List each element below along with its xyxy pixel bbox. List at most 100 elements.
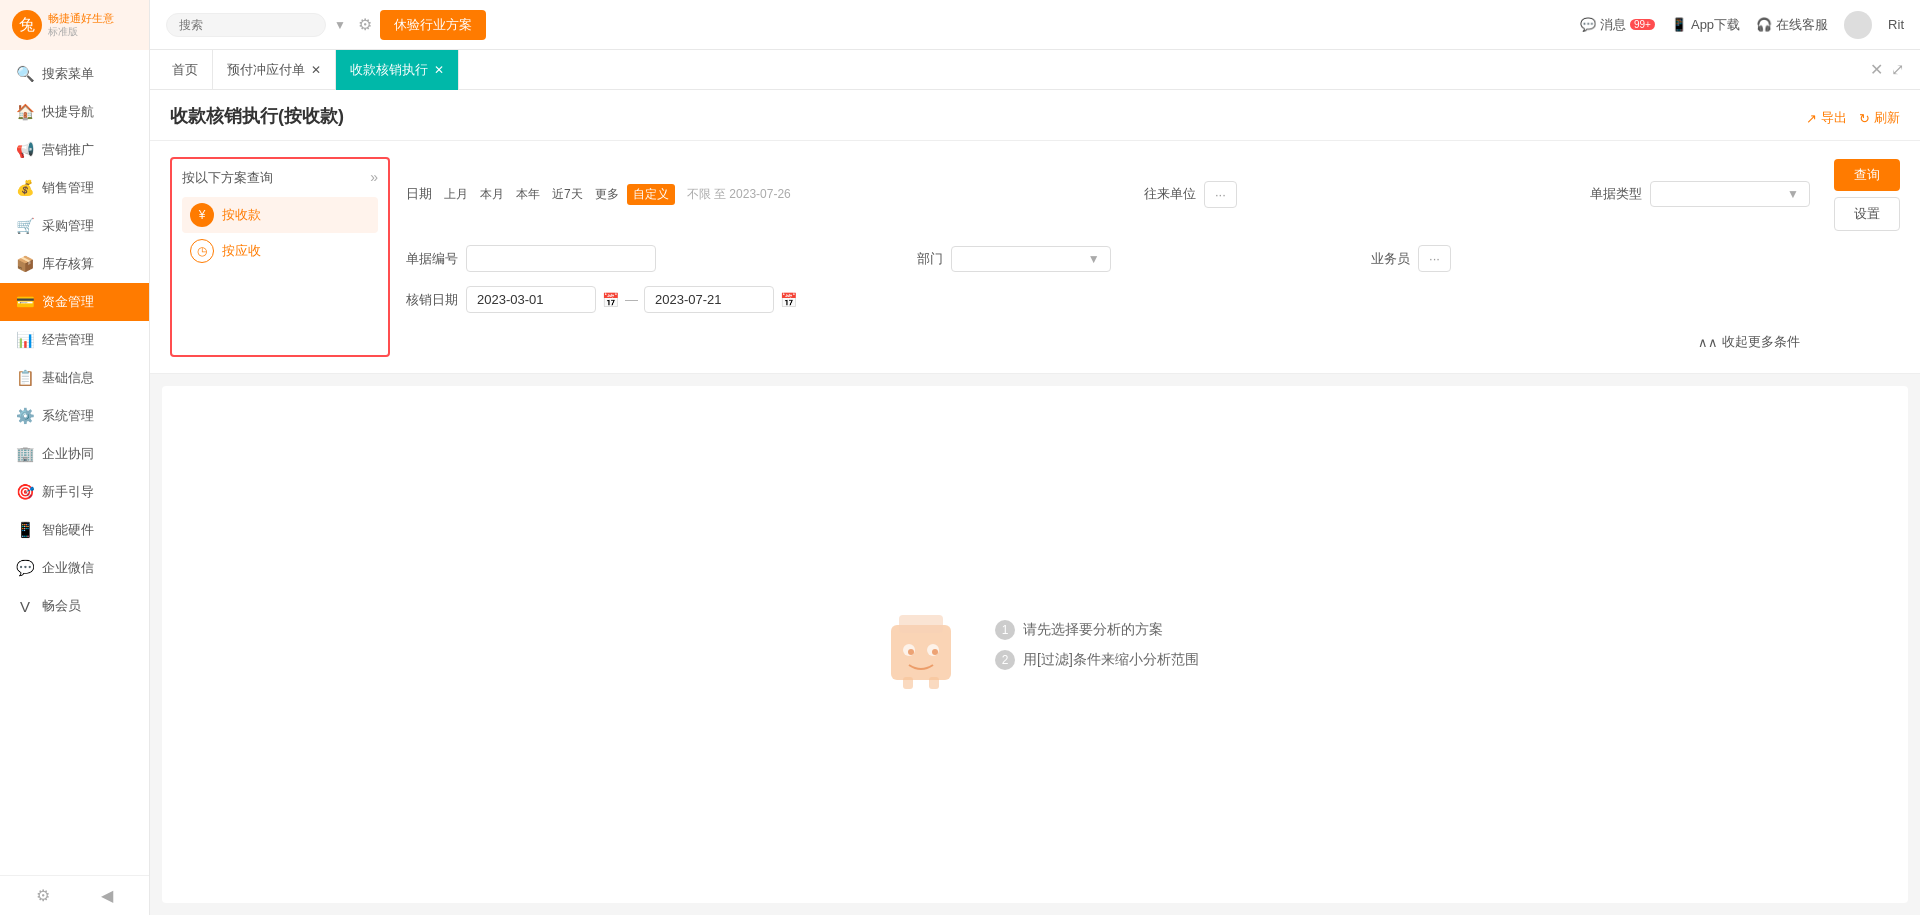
counterparty-field: 往来单位 ··· [1144,181,1237,208]
filter-options-panel: 按以下方案查询 » ¥ 按收款 ◷ 按应收 [170,157,390,357]
date-shortcut-this-year[interactable]: 本年 [512,184,544,205]
sidebar-item-icon-purchase: 🛒 [16,217,34,235]
topbar-chevron-icon[interactable]: ▼ [334,18,346,32]
logo-sub: 标准版 [48,25,114,39]
collapse-sidebar-icon[interactable]: ◀ [101,886,113,905]
svg-rect-0 [891,625,951,680]
date-label: 日期 [406,185,432,203]
sidebar-item-quick-nav[interactable]: 🏠快捷导航 [0,93,149,131]
sidebar-item-inventory[interactable]: 📦库存核算 [0,245,149,283]
verify-date-range: 📅 — 📅 [466,286,797,313]
filter-panel-title: 按以下方案查询 » [182,169,378,187]
sidebar-item-hardware[interactable]: 📱智能硬件 [0,511,149,549]
online-service-btn[interactable]: 🎧 在线客服 [1756,16,1828,34]
empty-tip-2: 2 用[过滤]条件来缩小分析范围 [995,650,1199,670]
online-service-label: 在线客服 [1776,16,1828,34]
messages-btn[interactable]: 💬 消息 99+ [1580,16,1655,34]
verify-date-label: 核销日期 [406,291,458,309]
messages-badge: 99+ [1630,19,1655,30]
page-title: 收款核销执行(按收款) [170,104,344,128]
collapse-more-btn[interactable]: ∧∧ 收起更多条件 [1698,327,1800,357]
counterparty-label: 往来单位 [1144,185,1196,203]
counterparty-select-btn[interactable]: ··· [1204,181,1237,208]
messages-label: 消息 [1600,16,1626,34]
sidebar-item-label-business: 经营管理 [42,331,94,349]
svg-point-5 [932,649,938,655]
doc-type-select[interactable]: ▼ [1650,181,1810,207]
date-shortcut-7days[interactable]: 近7天 [548,184,587,205]
sidebar-item-guide[interactable]: 🎯新手引导 [0,473,149,511]
verify-date-start-input[interactable] [466,286,596,313]
topbar-gear-icon[interactable]: ⚙ [358,15,372,34]
sidebar-item-label-guide: 新手引导 [42,483,94,501]
svg-rect-7 [929,677,939,689]
filter-collapse-icon[interactable]: » [370,169,378,187]
filter-option-by-receivable[interactable]: ◷ 按应收 [182,233,378,269]
date-shortcut-this-month[interactable]: 本月 [476,184,508,205]
date-shortcuts: 上月 本月 本年 近7天 更多 自定义 [440,184,675,205]
doc-type-label: 单据类型 [1590,185,1642,203]
query-button[interactable]: 查询 [1834,159,1900,191]
verify-date-end-input[interactable] [644,286,774,313]
sidebar-item-icon-base-info: 📋 [16,369,34,387]
export-button[interactable]: ↗ 导出 [1806,109,1847,127]
topbar-right: 💬 消息 99+ 📱 App下载 🎧 在线客服 Rit [1580,11,1904,39]
sidebar-item-system[interactable]: ⚙️系统管理 [0,397,149,435]
salesperson-select-btn[interactable]: ··· [1418,245,1451,272]
refresh-button[interactable]: ↻ 刷新 [1859,109,1900,127]
tab-close-all-icon[interactable]: ✕ [1870,60,1883,79]
date-field: 日期 上月 本月 本年 近7天 更多 自定义 不限 至 2023-07-26 [406,184,791,205]
doc-number-input[interactable] [466,245,656,272]
tab-home[interactable]: 首页 [158,50,213,90]
solution-button[interactable]: 休验行业方案 [380,10,486,40]
filter-option-by-receipt[interactable]: ¥ 按收款 [182,197,378,233]
headset-icon: 🎧 [1756,17,1772,32]
date-shortcut-more[interactable]: 更多 [591,184,623,205]
sidebar-item-purchase[interactable]: 🛒采购管理 [0,207,149,245]
sidebar-item-label-search: 搜索菜单 [42,65,94,83]
app-download-label: App下载 [1691,16,1740,34]
topbar-search-input[interactable] [166,13,326,37]
user-avatar[interactable] [1844,11,1872,39]
doc-type-field: 单据类型 ▼ [1590,181,1810,207]
date-shortcut-custom[interactable]: 自定义 [627,184,675,205]
sidebar-item-finance[interactable]: 💳 资金管理 [0,283,149,321]
logo-name: 畅捷通好生意 [48,11,114,25]
dept-select[interactable]: ▼ [951,246,1111,272]
sidebar-item-member[interactable]: V畅会员 [0,587,149,625]
sidebar-item-business[interactable]: 📊经营管理 [0,321,149,359]
sidebar-item-label-base-info: 基础信息 [42,369,94,387]
salesperson-field: 业务员 ··· [1371,245,1451,272]
tab-prepayment-close-icon[interactable]: ✕ [311,63,321,77]
verify-date-start-calendar-icon[interactable]: 📅 [602,292,619,308]
tab-collection[interactable]: 收款核销执行 ✕ [336,50,459,90]
app-download-btn[interactable]: 📱 App下载 [1671,16,1740,34]
topbar: ▼ ⚙ 休验行业方案 💬 消息 99+ 📱 App下载 🎧 在线客服 Rit [150,0,1920,50]
sidebar-item-search[interactable]: 🔍搜索菜单 [0,55,149,93]
dept-field: 部门 ▼ [917,246,1111,272]
sidebar-menu: 🔍搜索菜单🏠快捷导航📢营销推广💰销售管理🛒采购管理📦库存核算 💳 资金管理 📊经营管理… [0,50,149,875]
settings-bottom-icon[interactable]: ⚙ [36,886,50,905]
sidebar-item-enterprise[interactable]: 🏢企业协同 [0,435,149,473]
sidebar-item-base-info[interactable]: 📋 基础信息 [0,359,149,397]
sidebar-item-marketing[interactable]: 📢营销推广 [0,131,149,169]
dept-chevron-icon: ▼ [1088,252,1100,266]
date-shortcut-last-month[interactable]: 上月 [440,184,472,205]
tab-collection-close-icon[interactable]: ✕ [434,63,444,77]
empty-tips: 1 请先选择要分析的方案 2 用[过滤]条件来缩小分析范围 [995,620,1199,670]
tab-maximize-icon[interactable]: ⤢ [1891,60,1904,79]
filter-row-3: 核销日期 📅 — 📅 [406,286,1900,313]
sidebar-item-label-enterprise: 企业协同 [42,445,94,463]
sidebar-item-icon-hardware: 📱 [16,521,34,539]
setting-button[interactable]: 设置 [1834,197,1900,231]
svg-rect-1 [899,615,943,633]
tab-prepayment[interactable]: 预付冲应付单 ✕ [213,50,336,90]
topbar-left: ▼ ⚙ 休验行业方案 [166,10,486,40]
sidebar-item-icon-finance: 💳 [16,293,34,311]
doc-number-label: 单据编号 [406,250,458,268]
sidebar-item-sales[interactable]: 💰销售管理 [0,169,149,207]
sidebar-item-wechat[interactable]: 💬企业微信 [0,549,149,587]
sidebar-logo: 兔 畅捷通好生意 标准版 [0,0,149,50]
sidebar-item-label-finance: 资金管理 [42,293,94,311]
verify-date-end-calendar-icon[interactable]: 📅 [780,292,797,308]
